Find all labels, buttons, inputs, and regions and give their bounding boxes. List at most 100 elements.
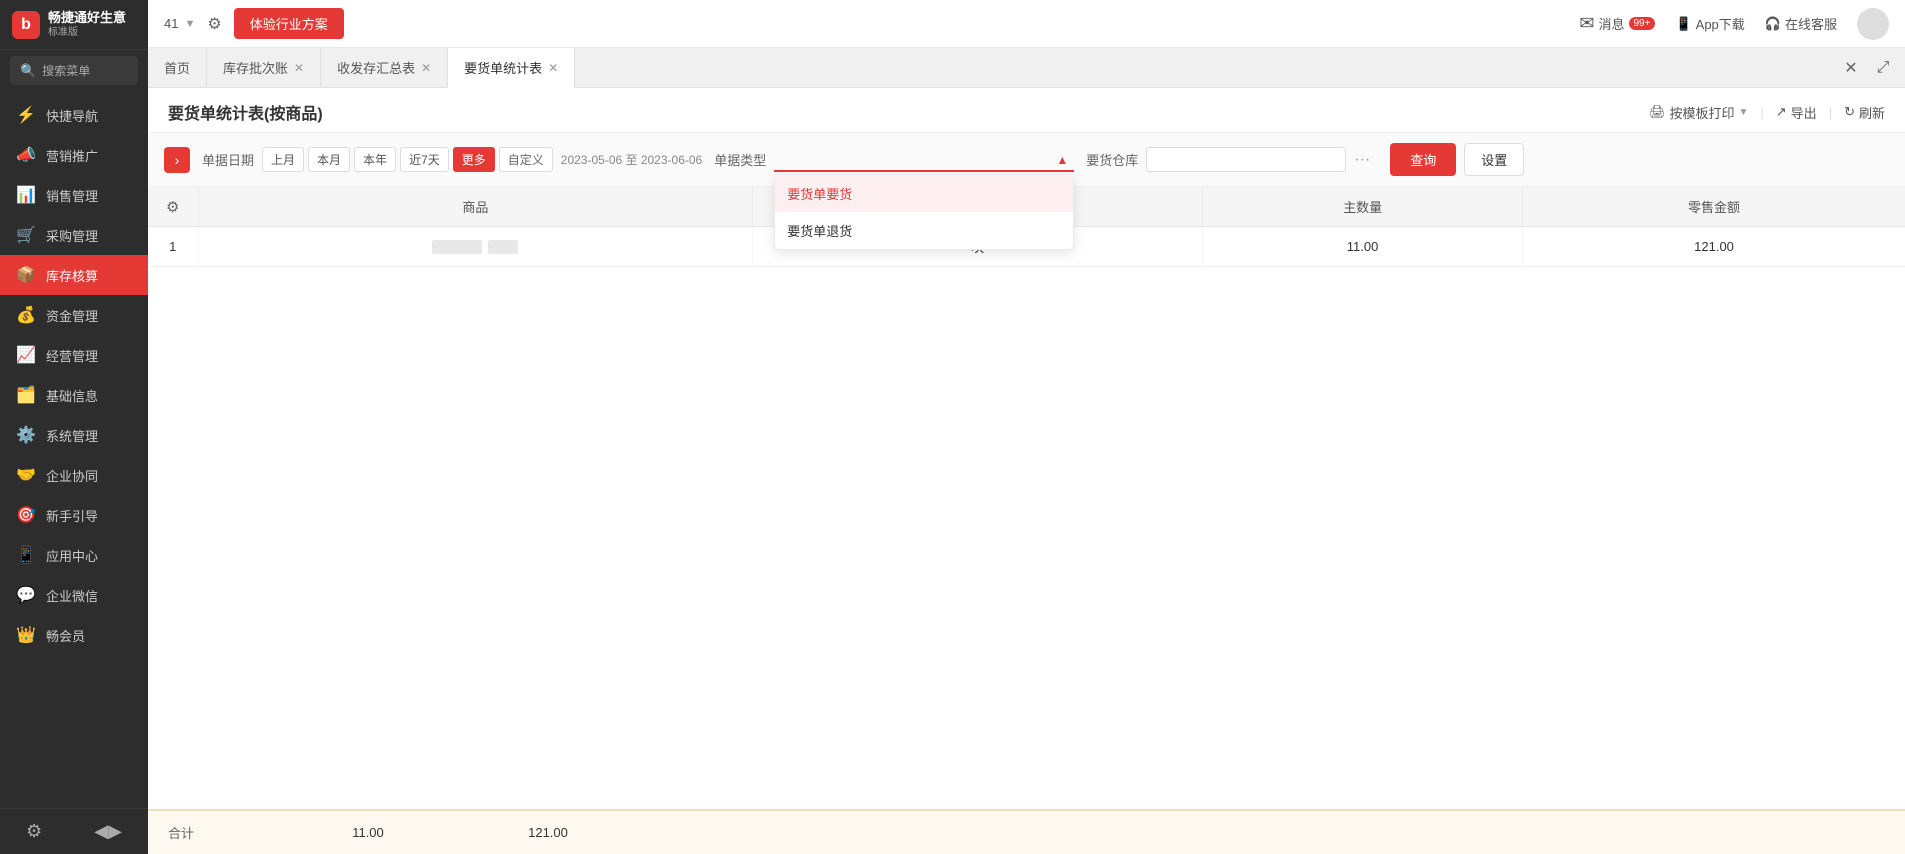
dropdown-item-require-return[interactable]: 要货单退货	[775, 212, 1073, 249]
sidebar-item-label: 经营管理	[46, 346, 98, 365]
col-header-gear[interactable]: ⚙	[148, 187, 198, 227]
close-all-tabs-button[interactable]: ✕	[1837, 54, 1865, 82]
warehouse-input-wrap	[1146, 147, 1346, 172]
filter-area: › 单据日期 上月 本月 本年 近7天 更多 自定义 2023-05-06 至 …	[148, 133, 1905, 187]
operations-icon: 📈	[16, 345, 36, 365]
settings-button[interactable]: 设置	[1464, 143, 1524, 176]
date-more-btn[interactable]: 更多	[453, 147, 495, 172]
sidebar-item-label: 应用中心	[46, 546, 98, 565]
sidebar-item-enterprise[interactable]: 🤝 企业协同	[0, 455, 148, 495]
refresh-icon: ↻	[1844, 104, 1855, 120]
sidebar-item-finance[interactable]: 💰 资金管理	[0, 295, 148, 335]
sidebar-item-quick-nav[interactable]: ⚡ 快捷导航	[0, 95, 148, 135]
message-icon: ✉	[1579, 13, 1594, 34]
topbar-gear-icon[interactable]: ⚙	[207, 14, 221, 34]
tab-home[interactable]: 首页	[148, 48, 207, 88]
refresh-button[interactable]: ↻ 刷新	[1844, 103, 1885, 122]
page-header-actions: 🖨 按模板打印 ▼ | ↗ 导出 | ↻ 刷新	[1649, 103, 1885, 122]
sidebar-item-sales[interactable]: 📊 销售管理	[0, 175, 148, 215]
date-range-display: 2023-05-06 至 2023-06-06	[561, 151, 702, 168]
date-last-month-btn[interactable]: 上月	[262, 147, 304, 172]
app-download-button[interactable]: 📱 App下载	[1675, 14, 1744, 33]
warehouse-filter-group: 要货仓库 ···	[1086, 147, 1370, 172]
sidebar-item-label: 营销推广	[46, 146, 98, 165]
date-filter-group: 单据日期 上月 本月 本年 近7天 更多 自定义 2023-05-06 至 20…	[202, 147, 702, 172]
finance-icon: 💰	[16, 305, 36, 325]
sidebar-item-label: 库存核算	[46, 266, 98, 285]
table-settings-icon[interactable]: ⚙	[166, 199, 179, 216]
sidebar-item-operations[interactable]: 📈 经营管理	[0, 335, 148, 375]
type-input-wrap: ▲ 要货单要货 要货单退货	[774, 147, 1074, 172]
sidebar-item-purchase[interactable]: 🛒 采购管理	[0, 215, 148, 255]
sidebar-item-label: 新手引导	[46, 506, 98, 525]
filter-toggle-button[interactable]: ›	[164, 147, 190, 173]
date-last-7days-btn[interactable]: 近7天	[400, 147, 449, 172]
tab-batch-close[interactable]: ✕	[294, 62, 304, 74]
sidebar: b 畅捷通好生意 标准版 🔍 搜索菜单 ⚡ 快捷导航 📣 营销推广 📊 销售管理…	[0, 0, 148, 854]
app-download-icon: 📱	[1675, 16, 1691, 32]
sidebar-item-member[interactable]: 👑 畅会员	[0, 615, 148, 655]
sidebar-item-marketing[interactable]: 📣 营销推广	[0, 135, 148, 175]
tab-summary-close[interactable]: ✕	[421, 62, 431, 74]
user-avatar[interactable]	[1857, 8, 1889, 40]
sidebar-item-wechat[interactable]: 💬 企业微信	[0, 575, 148, 615]
warehouse-more-icon[interactable]: ···	[1354, 151, 1370, 169]
topbar: 41 ▼ ⚙ 体验行业方案 ✉ 消息 99+ 📱 App下载 🎧 在线客服	[148, 0, 1905, 48]
date-this-month-btn[interactable]: 本月	[308, 147, 350, 172]
sidebar-settings-btn[interactable]: ⚙	[18, 817, 50, 846]
print-button[interactable]: 🖨 按模板打印 ▼	[1649, 103, 1748, 122]
enterprise-icon: 🤝	[16, 465, 36, 485]
search-icon: 🔍	[20, 63, 36, 79]
export-label: 导出	[1791, 103, 1817, 122]
dropdown-item-require-goods[interactable]: 要货单要货	[775, 175, 1073, 212]
export-icon: ↗	[1776, 104, 1787, 120]
date-this-year-btn[interactable]: 本年	[354, 147, 396, 172]
sidebar-item-apps[interactable]: 📱 应用中心	[0, 535, 148, 575]
trial-button[interactable]: 体验行业方案	[234, 8, 344, 39]
sidebar-collapse-btn[interactable]: ◀▶	[86, 817, 130, 846]
sidebar-item-inventory[interactable]: 📦 库存核算	[0, 255, 148, 295]
warehouse-filter-input[interactable]	[1146, 147, 1346, 172]
expand-tabs-button[interactable]: ⤢	[1869, 54, 1897, 82]
system-icon: ⚙️	[16, 425, 36, 445]
product-cell	[211, 240, 741, 254]
export-button[interactable]: ↗ 导出	[1776, 103, 1817, 122]
product-name-placeholder	[432, 240, 482, 254]
tab-order-stats-close[interactable]: ✕	[548, 62, 558, 74]
date-quick-buttons: 上月 本月 本年 近7天 更多 自定义	[262, 147, 553, 172]
sidebar-search[interactable]: 🔍 搜索菜单	[10, 56, 138, 85]
table-wrap: ⚙ 商品 主计量单位 主数量 零售金额 1	[148, 187, 1905, 809]
app-title-sub: 标准版	[48, 26, 126, 39]
app-download-label: App下载	[1696, 14, 1745, 33]
tab-order-stats[interactable]: 要货单统计表 ✕	[448, 48, 575, 88]
sidebar-item-label: 系统管理	[46, 426, 98, 445]
table-footer: 合计 11.00 121.00	[148, 809, 1905, 854]
date-custom-btn[interactable]: 自定义	[499, 147, 553, 172]
query-button[interactable]: 查询	[1390, 143, 1456, 176]
type-dropdown-arrow-icon[interactable]: ▲	[1056, 153, 1068, 167]
messages-button[interactable]: ✉ 消息 99+	[1579, 13, 1655, 34]
refresh-label: 刷新	[1859, 103, 1885, 122]
tab-batch-label: 库存批次账	[223, 58, 288, 77]
type-filter-input[interactable]	[774, 147, 1074, 172]
action-sep-1: |	[1760, 105, 1763, 120]
app-logo-text: 畅捷通好生意 标准版	[48, 10, 126, 40]
online-service-button[interactable]: 🎧 在线客服	[1765, 14, 1837, 33]
filter-actions: 查询 设置	[1390, 143, 1524, 176]
quick-nav-icon: ⚡	[16, 105, 36, 125]
col-header-quantity: 主数量	[1203, 187, 1523, 227]
main-area: 41 ▼ ⚙ 体验行业方案 ✉ 消息 99+ 📱 App下载 🎧 在线客服 首页	[148, 0, 1905, 854]
tab-summary[interactable]: 收发存汇总表 ✕	[321, 48, 448, 88]
messages-label: 消息	[1598, 14, 1624, 33]
tab-batch[interactable]: 库存批次账 ✕	[207, 48, 321, 88]
page-content: 要货单统计表(按商品) 🖨 按模板打印 ▼ | ↗ 导出 | ↻ 刷新	[148, 88, 1905, 854]
sidebar-item-guide[interactable]: 🎯 新手引导	[0, 495, 148, 535]
sidebar-item-label: 企业协同	[46, 466, 98, 485]
app-title-main: 畅捷通好生意	[48, 10, 126, 27]
store-selector[interactable]: 41 ▼	[164, 16, 195, 31]
sidebar-item-basic[interactable]: 🗂️ 基础信息	[0, 375, 148, 415]
inventory-icon: 📦	[16, 265, 36, 285]
tab-summary-label: 收发存汇总表	[337, 58, 415, 77]
footer-values: 11.00 121.00	[248, 825, 608, 840]
sidebar-item-system[interactable]: ⚙️ 系统管理	[0, 415, 148, 455]
